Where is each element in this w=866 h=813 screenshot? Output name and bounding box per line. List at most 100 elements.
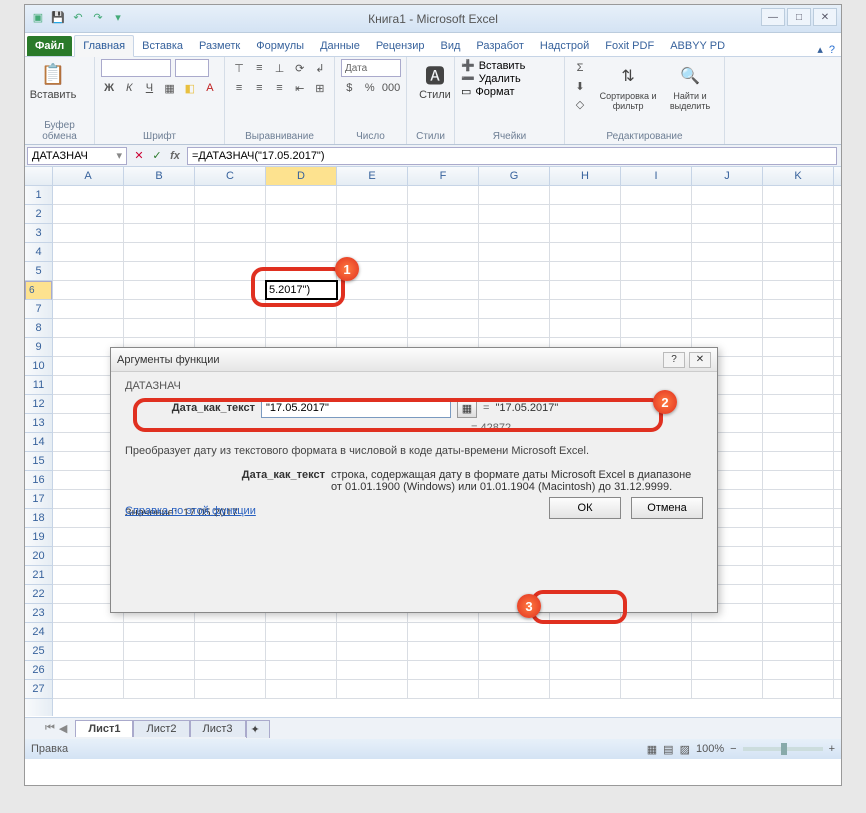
tab-layout[interactable]: Разметк — [191, 36, 248, 56]
undo-icon[interactable]: ↶ — [69, 8, 87, 26]
col-header[interactable]: H — [550, 167, 621, 185]
cell[interactable] — [621, 186, 692, 204]
maximize-button[interactable]: □ — [787, 8, 811, 26]
cell[interactable] — [621, 205, 692, 223]
tab-addins[interactable]: Надстрой — [532, 36, 597, 56]
help-icon[interactable]: ? — [829, 44, 835, 56]
cell[interactable] — [266, 262, 337, 280]
cell[interactable] — [550, 680, 621, 698]
align-top-button[interactable]: ⊤ — [231, 59, 247, 77]
enter-formula-icon[interactable]: ✓ — [149, 148, 165, 164]
row-header[interactable]: 7 — [25, 300, 52, 319]
save-icon[interactable]: 💾 — [49, 8, 67, 26]
range-selector-icon[interactable]: ▦ — [457, 398, 477, 418]
cell[interactable] — [408, 642, 479, 660]
font-color-button[interactable]: A — [202, 79, 218, 97]
cell[interactable] — [337, 642, 408, 660]
cell[interactable] — [53, 623, 124, 641]
cell[interactable] — [408, 186, 479, 204]
cell[interactable] — [550, 281, 621, 299]
tab-abbyy[interactable]: ABBYY PD — [662, 36, 733, 56]
cell[interactable] — [479, 186, 550, 204]
sheet-nav-prev-icon[interactable]: ◀ — [59, 722, 67, 735]
help-link[interactable]: Справка по этой функции — [125, 505, 256, 517]
cell[interactable] — [53, 243, 124, 261]
clear-button[interactable]: ◇ — [571, 95, 589, 113]
cell[interactable] — [692, 300, 763, 318]
cell[interactable] — [195, 281, 266, 299]
format-cells-button[interactable]: ▭Формат — [461, 85, 558, 98]
row-header[interactable]: 2 — [25, 205, 52, 224]
cell[interactable] — [124, 319, 195, 337]
cell[interactable] — [195, 319, 266, 337]
row-header[interactable]: 16 — [25, 471, 52, 490]
row-header[interactable]: 27 — [25, 680, 52, 699]
cell[interactable] — [550, 262, 621, 280]
sheet-tab-2[interactable]: Лист2 — [133, 720, 189, 737]
cell[interactable] — [479, 661, 550, 679]
col-header[interactable]: I — [621, 167, 692, 185]
cell[interactable] — [550, 661, 621, 679]
cell[interactable] — [53, 186, 124, 204]
cell[interactable] — [621, 300, 692, 318]
cell[interactable] — [621, 319, 692, 337]
cell[interactable] — [195, 186, 266, 204]
wrap-text-button[interactable]: ↲ — [312, 59, 328, 77]
cell[interactable] — [692, 262, 763, 280]
cell[interactable] — [195, 680, 266, 698]
cell[interactable] — [195, 205, 266, 223]
zoom-out-button[interactable]: − — [730, 743, 736, 755]
cell[interactable] — [124, 300, 195, 318]
arg-input[interactable] — [261, 398, 451, 418]
col-header[interactable]: J — [692, 167, 763, 185]
cell[interactable] — [266, 642, 337, 660]
autosum-button[interactable]: Σ — [571, 59, 589, 77]
minimize-button[interactable]: — — [761, 8, 785, 26]
cell[interactable] — [763, 224, 834, 242]
dialog-titlebar[interactable]: Аргументы функции ? ✕ — [111, 348, 717, 372]
row-header[interactable]: 5 — [25, 262, 52, 281]
cell[interactable] — [479, 642, 550, 660]
sheet-nav-first-icon[interactable]: ⏮ — [45, 722, 55, 735]
cell[interactable] — [550, 642, 621, 660]
row-header[interactable]: 18 — [25, 509, 52, 528]
merge-button[interactable]: ⊞ — [312, 79, 328, 97]
italic-button[interactable]: К — [121, 79, 137, 97]
cell[interactable] — [266, 243, 337, 261]
cell[interactable] — [408, 281, 479, 299]
row-header[interactable]: 1 — [25, 186, 52, 205]
cancel-formula-icon[interactable]: ✕ — [131, 148, 147, 164]
cell[interactable] — [337, 186, 408, 204]
tab-file[interactable]: Файл — [27, 36, 72, 56]
row-header[interactable]: 22 — [25, 585, 52, 604]
cell[interactable] — [692, 319, 763, 337]
cell[interactable] — [479, 224, 550, 242]
tab-review[interactable]: Рецензир — [368, 36, 433, 56]
align-left-button[interactable]: ≡ — [231, 79, 247, 97]
cell[interactable] — [692, 186, 763, 204]
cell[interactable] — [763, 186, 834, 204]
cell[interactable] — [550, 224, 621, 242]
cell[interactable] — [763, 566, 834, 584]
row-header[interactable]: 11 — [25, 376, 52, 395]
view-pagebreak-icon[interactable]: ▨ — [680, 743, 690, 756]
cell[interactable] — [692, 205, 763, 223]
cell[interactable] — [337, 623, 408, 641]
cell[interactable] — [763, 680, 834, 698]
cell[interactable] — [408, 300, 479, 318]
ribbon-minimize-icon[interactable]: ▴ — [817, 43, 823, 56]
cell[interactable] — [621, 642, 692, 660]
fx-icon[interactable]: fx — [167, 148, 183, 164]
cell[interactable] — [763, 205, 834, 223]
cell[interactable] — [479, 262, 550, 280]
qat-dropdown-icon[interactable]: ▾ — [109, 8, 127, 26]
delete-cells-button[interactable]: ➖Удалить — [461, 72, 558, 85]
cell[interactable] — [479, 319, 550, 337]
cell[interactable] — [337, 661, 408, 679]
cell[interactable] — [408, 224, 479, 242]
cell[interactable] — [195, 262, 266, 280]
cell[interactable] — [53, 319, 124, 337]
cell[interactable] — [195, 224, 266, 242]
col-header[interactable]: E — [337, 167, 408, 185]
row-header[interactable]: 12 — [25, 395, 52, 414]
